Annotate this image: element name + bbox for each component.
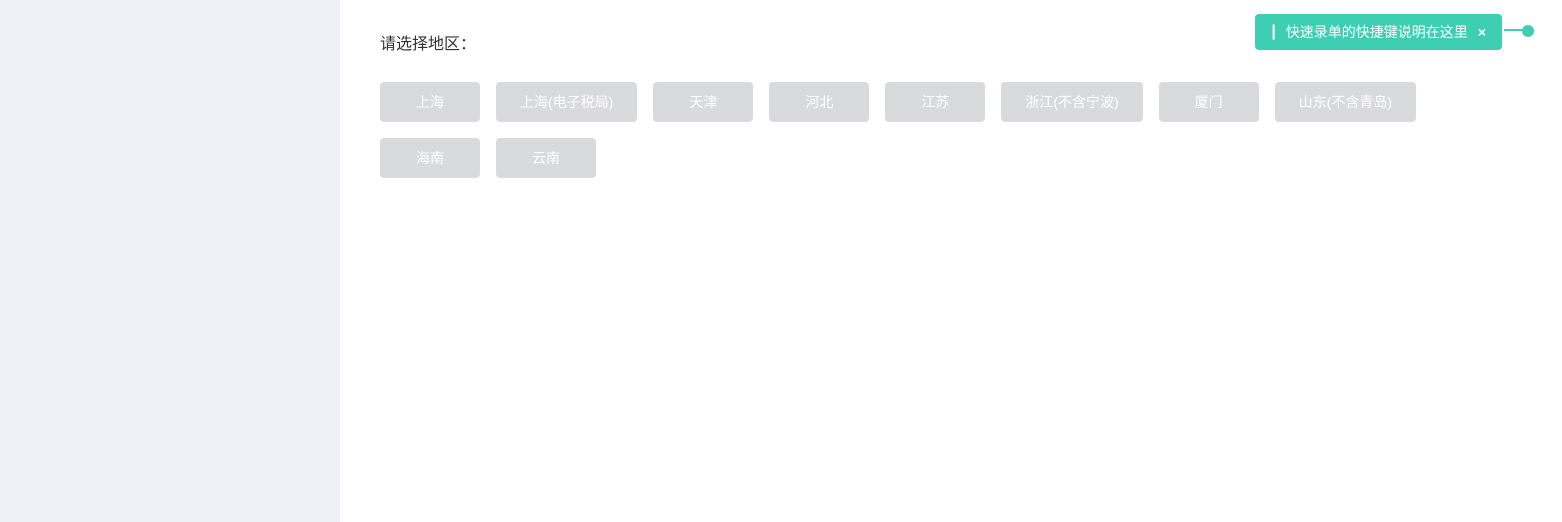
region-btn-tianjin[interactable]: 天津 — [653, 82, 753, 122]
region-btn-yunnan[interactable]: 云南 — [496, 138, 596, 178]
tooltip-text: 快速录单的快捷键说明在这里 — [1286, 22, 1468, 42]
tooltip-banner: 快速录单的快捷键说明在这里 × — [1255, 14, 1502, 50]
region-btn-hainan[interactable]: 海南 — [380, 138, 480, 178]
left-sidebar — [0, 0, 340, 522]
region-btn-zhejiang[interactable]: 浙江(不含宁波) — [1001, 82, 1142, 122]
region-buttons: 上海上海(电子税局) 天津河北江苏浙江(不含宁波) 厦门山东(不含青岛) 海南云南 — [380, 82, 1522, 178]
region-btn-shanghai-etax[interactable]: 上海(电子税局) — [496, 82, 637, 122]
region-btn-shanghai[interactable]: 上海 — [380, 82, 480, 122]
region-btn-hebei[interactable]: 河北 — [769, 82, 869, 122]
tooltip-dot — [1522, 25, 1534, 37]
main-content: 请选择地区： 上海上海(电子税局)天津河北江苏浙江(不含宁波)厦门山东(不含青岛… — [340, 0, 1562, 522]
region-btn-jiangsu[interactable]: 江苏 — [885, 82, 985, 122]
tooltip-close-button[interactable]: × — [1478, 24, 1486, 40]
region-btn-xiamen[interactable]: 厦门 — [1159, 82, 1259, 122]
region-btn-shandong[interactable]: 山东(不含青岛) — [1275, 82, 1416, 122]
